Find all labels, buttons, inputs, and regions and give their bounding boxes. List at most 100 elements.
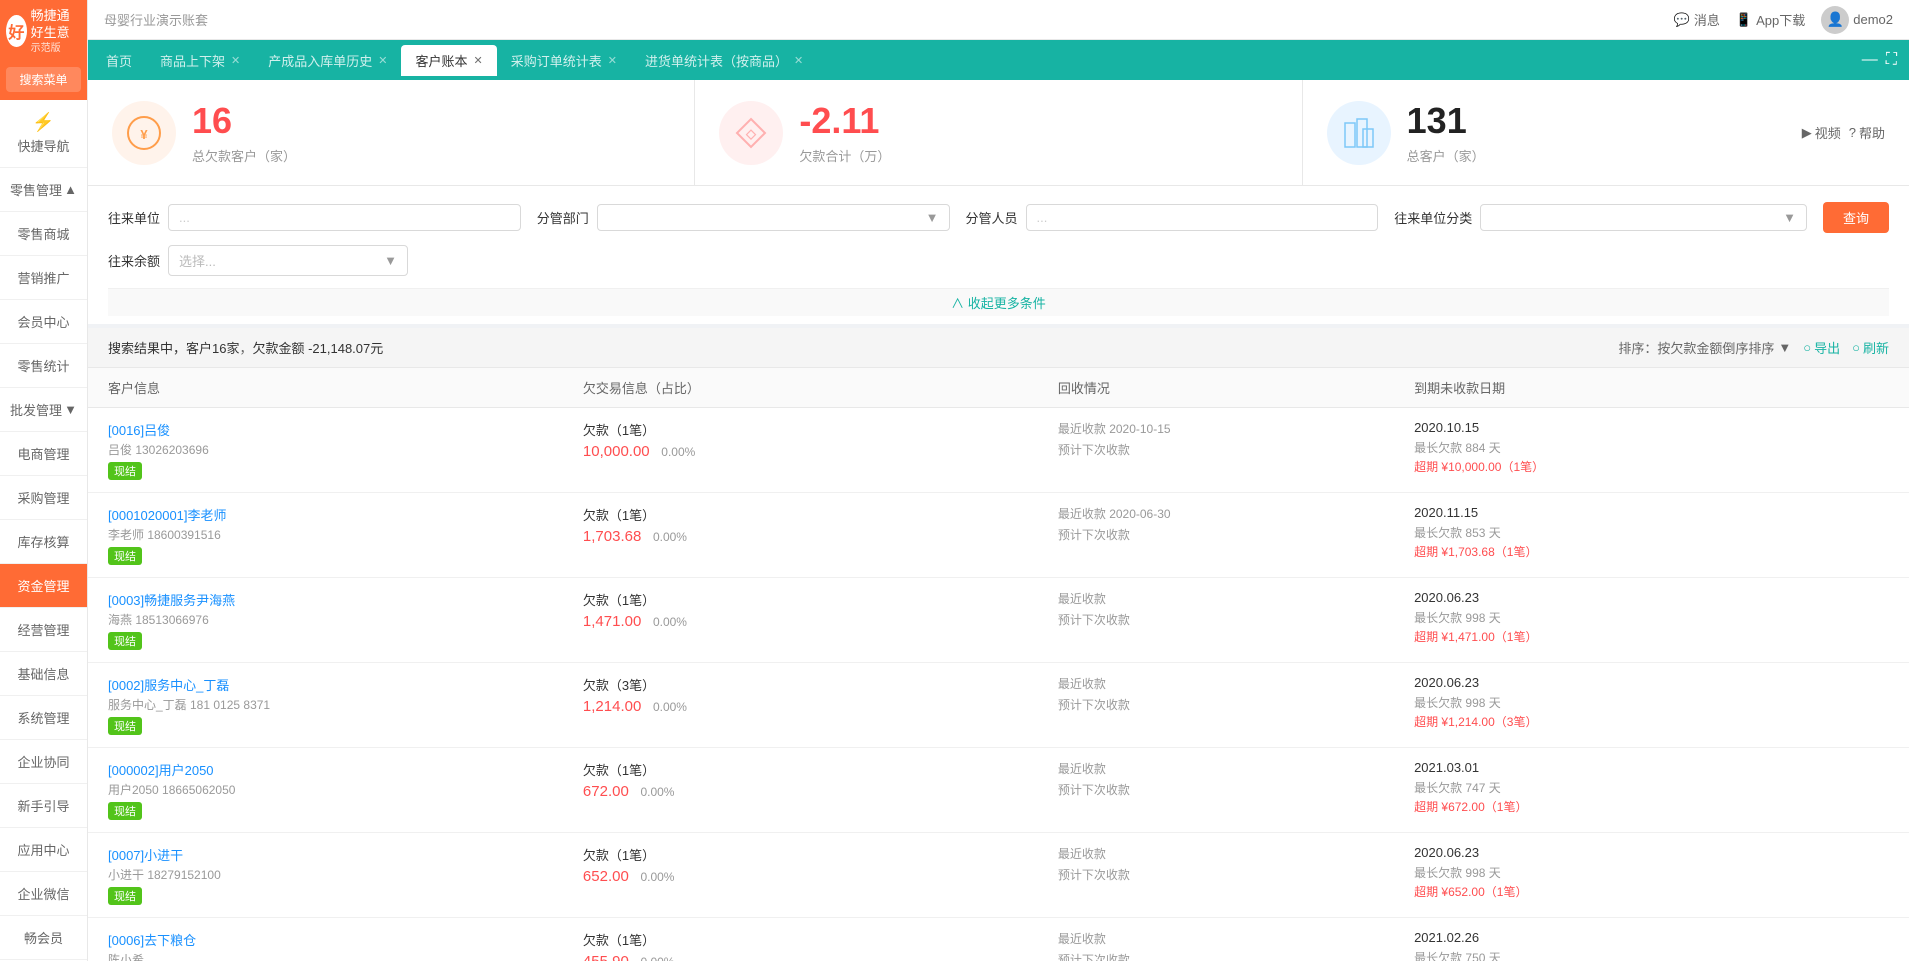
sidebar-item-member[interactable]: 会员中心 (0, 300, 87, 344)
sidebar: 好 畅捷通好生意 示范版 搜索菜单 ⚡ 快捷导航 零售管理 ▲ 零售商城 营销推… (0, 0, 88, 961)
recover-last: 最近收款 (1058, 590, 1414, 607)
unit-class-select[interactable]: ▼ (1480, 204, 1807, 231)
customer-name[interactable]: [000002]用户2050 (108, 760, 583, 779)
sidebar-item-retail-mgmt[interactable]: 零售管理 ▲ (0, 168, 87, 212)
filter-row-2: 往来余额 选择... ▼ (108, 245, 408, 276)
sort-select[interactable]: 排序：按欠款金额倒序排序 ▼ (1618, 338, 1791, 357)
chevron-down-icon: ▲ (64, 182, 77, 197)
tab-close-icon[interactable]: ✕ (608, 54, 617, 67)
recover-last: 最近收款 (1058, 845, 1414, 862)
source-unit-input[interactable]: ... (168, 204, 521, 231)
search-button[interactable]: 查询 (1823, 202, 1889, 233)
tab-customer-account[interactable]: 客户账本 ✕ (401, 45, 496, 76)
overdue-cell: 2021.03.01 最长欠款 747 天 超期 ¥672.00（1笔） (1414, 760, 1889, 815)
sidebar-item-quick-nav[interactable]: ⚡ 快捷导航 (0, 100, 87, 168)
manager-label: 分管人员 (966, 208, 1018, 227)
debt-percent: 0.00% (653, 700, 687, 714)
customer-name[interactable]: [0001020001]李老师 (108, 505, 583, 524)
unit-class-label: 往来单位分类 (1394, 208, 1472, 227)
tab-purchase-order[interactable]: 采购订单统计表 ✕ (497, 45, 631, 76)
sidebar-item-system[interactable]: 系统管理 (0, 696, 87, 740)
export-button[interactable]: ○ 导出 (1803, 338, 1840, 357)
overdue-link[interactable]: 超期 ¥672.00（1笔） (1414, 798, 1889, 815)
search-menu-button[interactable]: 搜索菜单 (6, 67, 81, 92)
table-row: [0006]去下粮仓 陈小希 现结 欠款（1笔） 455.90 0.00% 最近… (88, 918, 1909, 961)
overdue-link[interactable]: 超期 ¥1,471.00（1笔） (1414, 628, 1889, 645)
manager-input[interactable]: ... (1026, 204, 1379, 231)
tab-close-icon[interactable]: ✕ (231, 54, 240, 67)
overdue-cell: 2020.11.15 最长欠款 853 天 超期 ¥1,703.68（1笔） (1414, 505, 1889, 560)
customer-sub: 小进干 18279152100 (108, 866, 583, 883)
overdue-cell: 2020.06.23 最长欠款 998 天 超期 ¥652.00（1笔） (1414, 845, 1889, 900)
tab-close-icon[interactable]: ✕ (794, 54, 803, 67)
filter-collapse-button[interactable]: ∧ 收起更多条件 (108, 288, 1889, 316)
customer-name[interactable]: [0007]小进干 (108, 845, 583, 864)
dept-select[interactable]: ▼ (597, 204, 950, 231)
filter-area: 往来单位 ... 分管部门 ▼ 分管人员 ... (88, 186, 1909, 324)
sidebar-item-basic-info[interactable]: 基础信息 (0, 652, 87, 696)
quick-nav-icon: ⚡ (6, 112, 81, 133)
content-area: ¥ 16 总欠款客户（家） ◇ -2.11 欠款合计（万） (88, 80, 1909, 961)
sidebar-item-retail-mall[interactable]: 零售商城 (0, 212, 87, 256)
overdue-link[interactable]: 超期 ¥1,214.00（3笔） (1414, 713, 1889, 730)
overdue-cell: 2021.02.26 最长欠款 750 天 超期 ¥455.90（1笔） (1414, 930, 1889, 961)
customer-name[interactable]: [0002]服务中心_丁磊 (108, 675, 583, 694)
debt-percent: 0.00% (661, 445, 695, 459)
stat-total-customers: 131 总客户（家） ▶ 视频 ? 帮助 (1303, 80, 1909, 185)
tabs-fullscreen-icon[interactable]: ⛶ (1886, 51, 1897, 69)
overdue-days: 最长欠款 884 天 (1414, 439, 1889, 456)
recover-last: 最近收款 (1058, 760, 1414, 777)
debt-count: 欠款（1笔） (583, 420, 1058, 439)
debt-customers-label: 总欠款客户（家） (192, 146, 296, 165)
debt-amount: 1,703.68 (583, 528, 641, 545)
tab-stock-statistics[interactable]: 进货单统计表（按商品） ✕ (631, 45, 817, 76)
sidebar-item-app-center[interactable]: 应用中心 (0, 828, 87, 872)
app-download-button[interactable]: 📱 App下载 (1736, 10, 1805, 29)
overdue-cell: 2020.10.15 最长欠款 884 天 超期 ¥10,000.00（1笔） (1414, 420, 1889, 475)
sidebar-item-purchase[interactable]: 采购管理 (0, 476, 87, 520)
refresh-button[interactable]: ○ 刷新 (1852, 338, 1889, 357)
sidebar-item-enterprise-coop[interactable]: 企业协同 (0, 740, 87, 784)
recover-next: 预计下次收款 (1058, 866, 1414, 883)
dept-label: 分管部门 (537, 208, 589, 227)
customer-name[interactable]: [0016]吕俊 (108, 420, 583, 439)
sidebar-item-marketing[interactable]: 营销推广 (0, 256, 87, 300)
results-info: 搜索结果中，客户16家，欠款金额 -21,148.07元 (108, 338, 383, 357)
sidebar-item-retail-stats[interactable]: 零售统计 (0, 344, 87, 388)
sidebar-item-finance[interactable]: 资金管理 (0, 564, 87, 608)
recover-last: 最近收款 (1058, 675, 1414, 692)
stat-debt-amount: ◇ -2.11 欠款合计（万） (695, 80, 1302, 185)
user-menu[interactable]: 👤 demo2 (1821, 6, 1893, 34)
debt-count: 欠款（1笔） (583, 505, 1058, 524)
sidebar-item-ecommerce[interactable]: 电商管理 (0, 432, 87, 476)
tab-production-history[interactable]: 产成品入库单历史 ✕ (254, 45, 401, 76)
customer-sub: 李老师 18600391516 (108, 526, 583, 543)
tabs-minimize-icon[interactable]: — (1862, 51, 1878, 69)
overdue-link[interactable]: 超期 ¥652.00（1笔） (1414, 883, 1889, 900)
help-icon: ? (1849, 125, 1856, 140)
sidebar-item-operations[interactable]: 经营管理 (0, 608, 87, 652)
tab-close-icon[interactable]: ✕ (474, 54, 483, 67)
recover-next: 预计下次收款 (1058, 696, 1414, 713)
tab-home[interactable]: 首页 (92, 45, 146, 76)
tab-products-offline[interactable]: 商品上下架 ✕ (146, 45, 254, 76)
sidebar-item-new-guide[interactable]: 新手引导 (0, 784, 87, 828)
help-button[interactable]: ? 帮助 (1849, 123, 1885, 142)
overdue-link[interactable]: 超期 ¥1,703.68（1笔） (1414, 543, 1889, 560)
balance-select[interactable]: 选择... ▼ (168, 245, 408, 276)
customer-name[interactable]: [0003]畅捷服务尹海燕 (108, 590, 583, 609)
sidebar-item-batch-mgmt[interactable]: 批发管理 ▼ (0, 388, 87, 432)
video-button[interactable]: ▶ 视频 (1802, 123, 1841, 142)
overdue-cell: 2020.06.23 最长欠款 998 天 超期 ¥1,471.00（1笔） (1414, 590, 1889, 645)
sidebar-item-inventory[interactable]: 库存核算 (0, 520, 87, 564)
customer-tag: 现结 (108, 887, 142, 905)
overdue-days: 最长欠款 747 天 (1414, 779, 1889, 796)
debt-percent: 0.00% (653, 615, 687, 629)
sidebar-item-enterprise-wechat[interactable]: 企业微信 (0, 872, 87, 916)
customer-name[interactable]: [0006]去下粮仓 (108, 930, 583, 949)
col-overdue: 到期未收款日期 (1414, 378, 1889, 397)
tab-close-icon[interactable]: ✕ (378, 54, 387, 67)
sidebar-item-vip[interactable]: 畅会员 (0, 916, 87, 960)
overdue-link[interactable]: 超期 ¥10,000.00（1笔） (1414, 458, 1889, 475)
message-button[interactable]: 💬 消息 (1674, 10, 1720, 29)
